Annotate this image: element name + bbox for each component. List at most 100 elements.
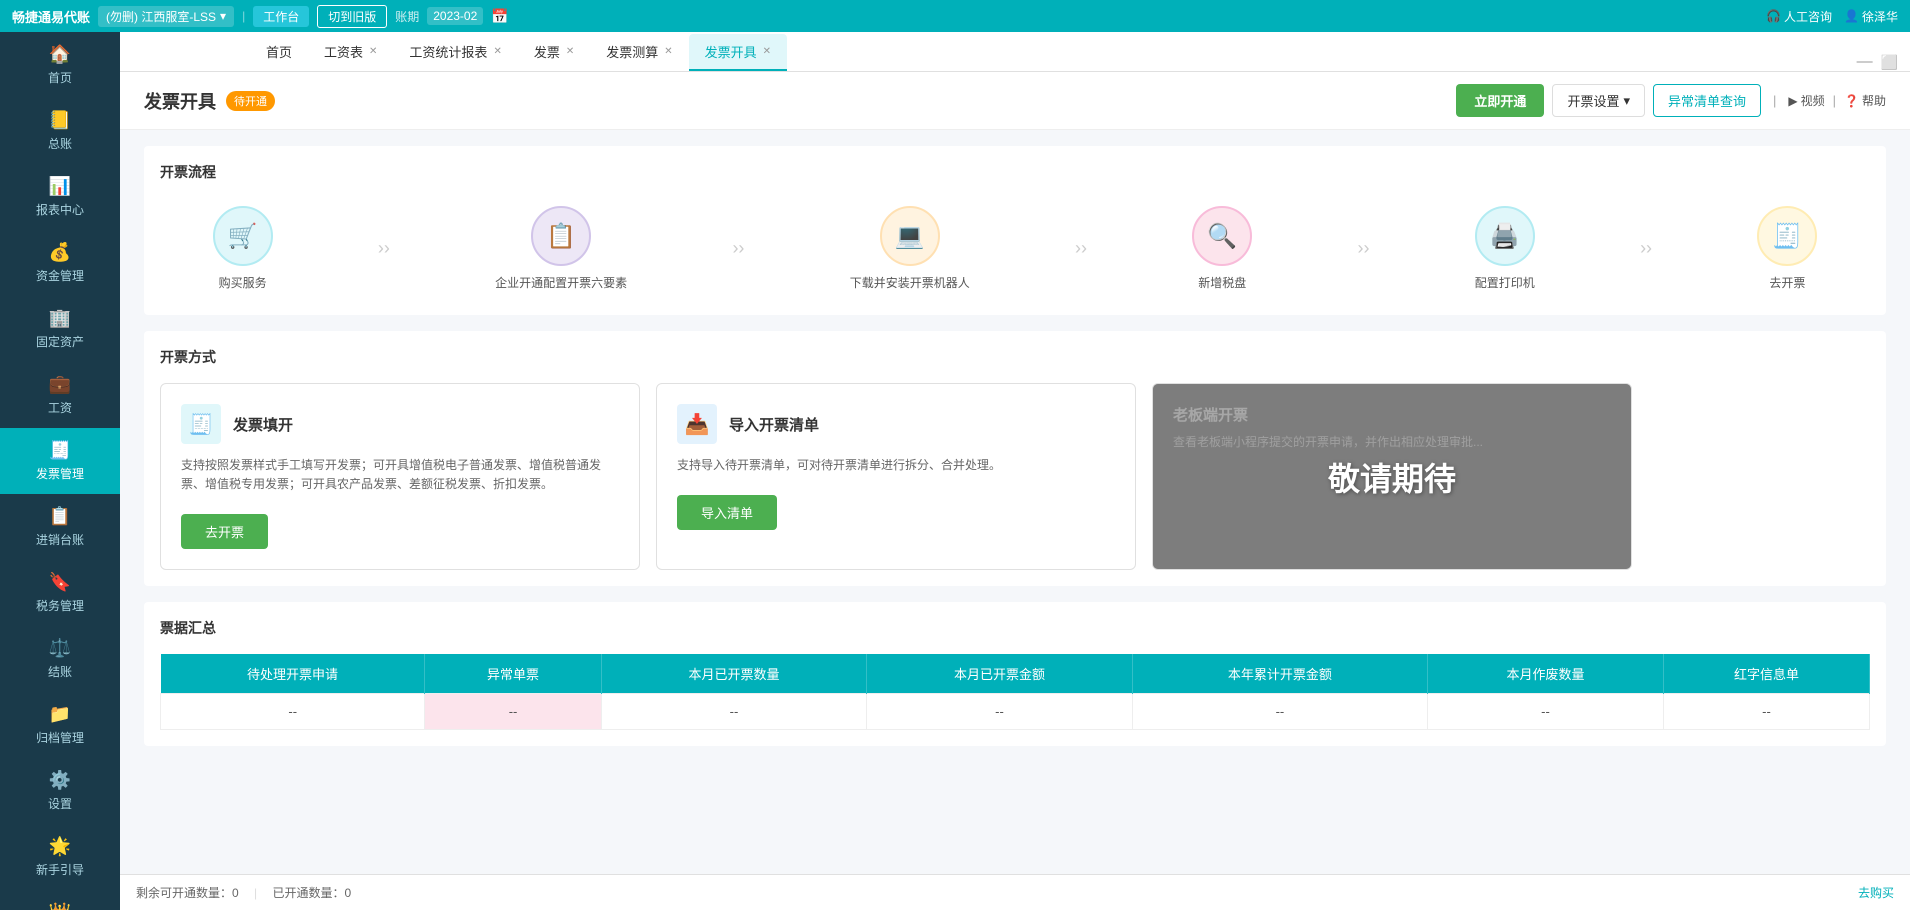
sidebar-item-archive[interactable]: 📁 归档管理 — [0, 692, 120, 758]
sidebar-item-salary[interactable]: 💼 工资 — [0, 362, 120, 428]
sidebar-item-settings[interactable]: ⚙️ 设置 — [0, 758, 120, 824]
remaining-count-label: 剩余可开通数量：0 — [136, 886, 239, 900]
sidebar-item-funds[interactable]: 💰 资金管理 — [0, 230, 120, 296]
sidebar-label-ledger: 总账 — [48, 135, 72, 152]
arrow-4: ›› — [1358, 238, 1370, 259]
process-section: 开票流程 🛒 购买服务 ›› 📋 企业开通配置开票六要素 ›› 💻 下载并安装 — [144, 146, 1886, 315]
bottom-divider: | — [254, 886, 257, 900]
sidebar-item-purchase[interactable]: 📋 进销台账 — [0, 494, 120, 560]
settings-icon: ⚙️ — [49, 770, 71, 791]
help-icon: ❓ — [1844, 94, 1859, 108]
content-area: 发票开具 待开通 立即开通 开票设置 ▾ 异常清单查询 | ▶ 视频 | — [120, 72, 1910, 874]
step-buy-service[interactable]: 🛒 购买服务 — [213, 206, 273, 291]
sidebar-item-settle[interactable]: ⚖️ 结账 — [0, 626, 120, 692]
step-issue-invoice[interactable]: 🧾 去开票 — [1757, 206, 1817, 291]
import-list-button[interactable]: 导入清单 — [677, 495, 777, 530]
sidebar-item-home[interactable]: 🏠 首页 — [0, 32, 120, 98]
salary-icon: 💼 — [49, 374, 71, 395]
arrow-1: ›› — [378, 238, 390, 259]
method-section: 开票方式 🧾 发票填开 支持按照发票样式手工填写开发票；可开具增值税电子普通发票… — [144, 331, 1886, 586]
user-service-button[interactable]: 🎧 人工咨询 — [1766, 8, 1832, 25]
company-selector[interactable]: (勿删) 江西服室-LSS ▾ — [98, 6, 234, 27]
view-help-video[interactable]: ▶ 视频 — [1788, 92, 1824, 109]
td-pending: -- — [161, 694, 425, 730]
calendar-icon[interactable]: 📅 — [491, 8, 508, 25]
tab-invoice-tool-close[interactable]: ✕ — [763, 46, 771, 57]
tab-home[interactable]: 首页 — [250, 34, 308, 71]
card-import-list-header: 📥 导入开票清单 — [677, 404, 1115, 444]
sidebar-label-settle: 结账 — [48, 663, 72, 680]
sidebar-label-funds: 资金管理 — [36, 267, 84, 284]
sidebar-item-assets[interactable]: 🏢 固定资产 — [0, 296, 120, 362]
workspace-button[interactable]: 工作台 — [253, 6, 309, 27]
assets-icon: 🏢 — [49, 308, 71, 329]
right-panel: 首页 工资表 ✕ 工资统计报表 ✕ 发票 ✕ 发票测算 ✕ 发票开具 ✕ — [120, 32, 1910, 910]
step-add-taxbox-label: 新增税盘 — [1198, 274, 1246, 291]
step-config-enterprise[interactable]: 📋 企业开通配置开票六要素 — [495, 206, 627, 291]
company-name: (勿删) 江西服室-LSS — [106, 8, 216, 25]
open-now-button[interactable]: 立即开通 — [1456, 84, 1544, 117]
top-bar: 畅捷通易代账 (勿删) 江西服室-LSS ▾ | 工作台 切到旧版 账期 202… — [0, 0, 1910, 32]
sidebar-label-home: 首页 — [48, 69, 72, 86]
switch-old-button[interactable]: 切到旧版 — [317, 5, 387, 28]
help-label: 帮助 — [1862, 92, 1886, 109]
th-void-count: 本月作废数量 — [1428, 654, 1664, 694]
sidebar-label-assets: 固定资产 — [36, 333, 84, 350]
card-import-list-icon: 📥 — [677, 404, 717, 444]
divider2: | — [1773, 93, 1776, 108]
arrow-3: ›› — [1075, 238, 1087, 259]
td-month-amount: -- — [867, 694, 1133, 730]
funds-icon: 💰 — [49, 242, 71, 263]
user-avatar[interactable]: 👤 徐泽华 — [1844, 8, 1898, 25]
tab-invoice-calc[interactable]: 发票测算 ✕ — [590, 34, 688, 71]
company-dropdown-icon: ▾ — [220, 9, 226, 23]
tab-salary[interactable]: 工资表 ✕ — [308, 34, 393, 71]
method-cards: 🧾 发票填开 支持按照发票样式手工填写开发票；可开具增值税电子普通发票、增值税普… — [160, 383, 1870, 570]
sidebar-item-invoice-mgmt[interactable]: 🧾 发票管理 — [0, 428, 120, 494]
step-add-taxbox[interactable]: 🔍 新增税盘 — [1192, 206, 1252, 291]
summary-table: 待处理开票申请 异常单票 本月已开票数量 本月已开票金额 本年累计开票金额 本月… — [160, 654, 1870, 730]
bottom-bar-info: 剩余可开通数量：0 | 已开通数量：0 — [136, 884, 351, 901]
sidebar-item-reports[interactable]: 📊 报表中心 — [0, 164, 120, 230]
reports-icon: 📊 — [49, 176, 71, 197]
boss-coming-soon-overlay: 敬请期待 — [1153, 384, 1631, 569]
sidebar-label-tax: 税务管理 — [36, 597, 84, 614]
tab-invoice-tool[interactable]: 发票开具 ✕ — [689, 34, 787, 71]
tab-salary-report-close[interactable]: ✕ — [493, 46, 501, 57]
goto-buy-link[interactable]: 去购买 — [1858, 884, 1894, 901]
card-import-list-desc: 支持导入待开票清单，可对待开票清单进行拆分、合并处理。 — [677, 456, 1115, 475]
abnormal-query-button[interactable]: 异常清单查询 — [1653, 84, 1761, 117]
period-value: 2023-02 — [427, 7, 483, 25]
step-issue-invoice-label: 去开票 — [1769, 274, 1805, 291]
new-guide-icon: 🌟 — [49, 836, 71, 857]
tab-invoice-tool-label: 发票开具 — [705, 42, 757, 61]
sidebar-item-tax[interactable]: 🔖 税务管理 — [0, 560, 120, 626]
step-download-robot-icon: 💻 — [880, 206, 940, 266]
tab-invoice-close[interactable]: ✕ — [566, 46, 574, 57]
sidebar-item-new-guide[interactable]: 🌟 新手引导 — [0, 824, 120, 890]
arrow-5: ›› — [1640, 238, 1652, 259]
sidebar-label-new-guide: 新手引导 — [36, 861, 84, 878]
goto-issue-button[interactable]: 去开票 — [181, 514, 268, 549]
page-header: 发票开具 待开通 立即开通 开票设置 ▾ 异常清单查询 | ▶ 视频 | — [120, 72, 1910, 130]
sidebar-item-vip[interactable]: 👑 畅会员 — [0, 890, 120, 910]
invoice-mgmt-icon: 🧾 — [49, 440, 71, 461]
tab-invoice-calc-close[interactable]: ✕ — [664, 46, 672, 57]
step-download-robot[interactable]: 💻 下载并安装开票机器人 — [850, 206, 970, 291]
coming-soon-text: 敬请期待 — [1328, 454, 1456, 500]
sidebar-item-ledger[interactable]: 📒 总账 — [0, 98, 120, 164]
window-maximize-button[interactable]: ⬜ — [1881, 54, 1898, 71]
step-buy-service-icon: 🛒 — [213, 206, 273, 266]
card-boss-terminal: 老板端开票 查看老板端小程序提交的开票申请，并作出相应处理审批... 敬请期待 — [1152, 383, 1632, 570]
window-minimize-button[interactable]: — — [1857, 53, 1873, 71]
tab-invoice[interactable]: 发票 ✕ — [518, 34, 590, 71]
page-actions: 立即开通 开票设置 ▾ 异常清单查询 | ▶ 视频 | ❓ 帮助 — [1456, 84, 1886, 117]
help-button[interactable]: ❓ 帮助 — [1844, 92, 1886, 109]
step-config-printer[interactable]: 🖨️ 配置打印机 — [1475, 206, 1535, 291]
tab-salary-label: 工资表 — [324, 42, 363, 61]
open-settings-button[interactable]: 开票设置 ▾ — [1552, 84, 1645, 117]
tab-salary-close[interactable]: ✕ — [369, 46, 377, 57]
arrow-2: ›› — [732, 238, 744, 259]
period-label: 账期 — [395, 8, 419, 25]
tab-salary-report[interactable]: 工资统计报表 ✕ — [393, 34, 517, 71]
